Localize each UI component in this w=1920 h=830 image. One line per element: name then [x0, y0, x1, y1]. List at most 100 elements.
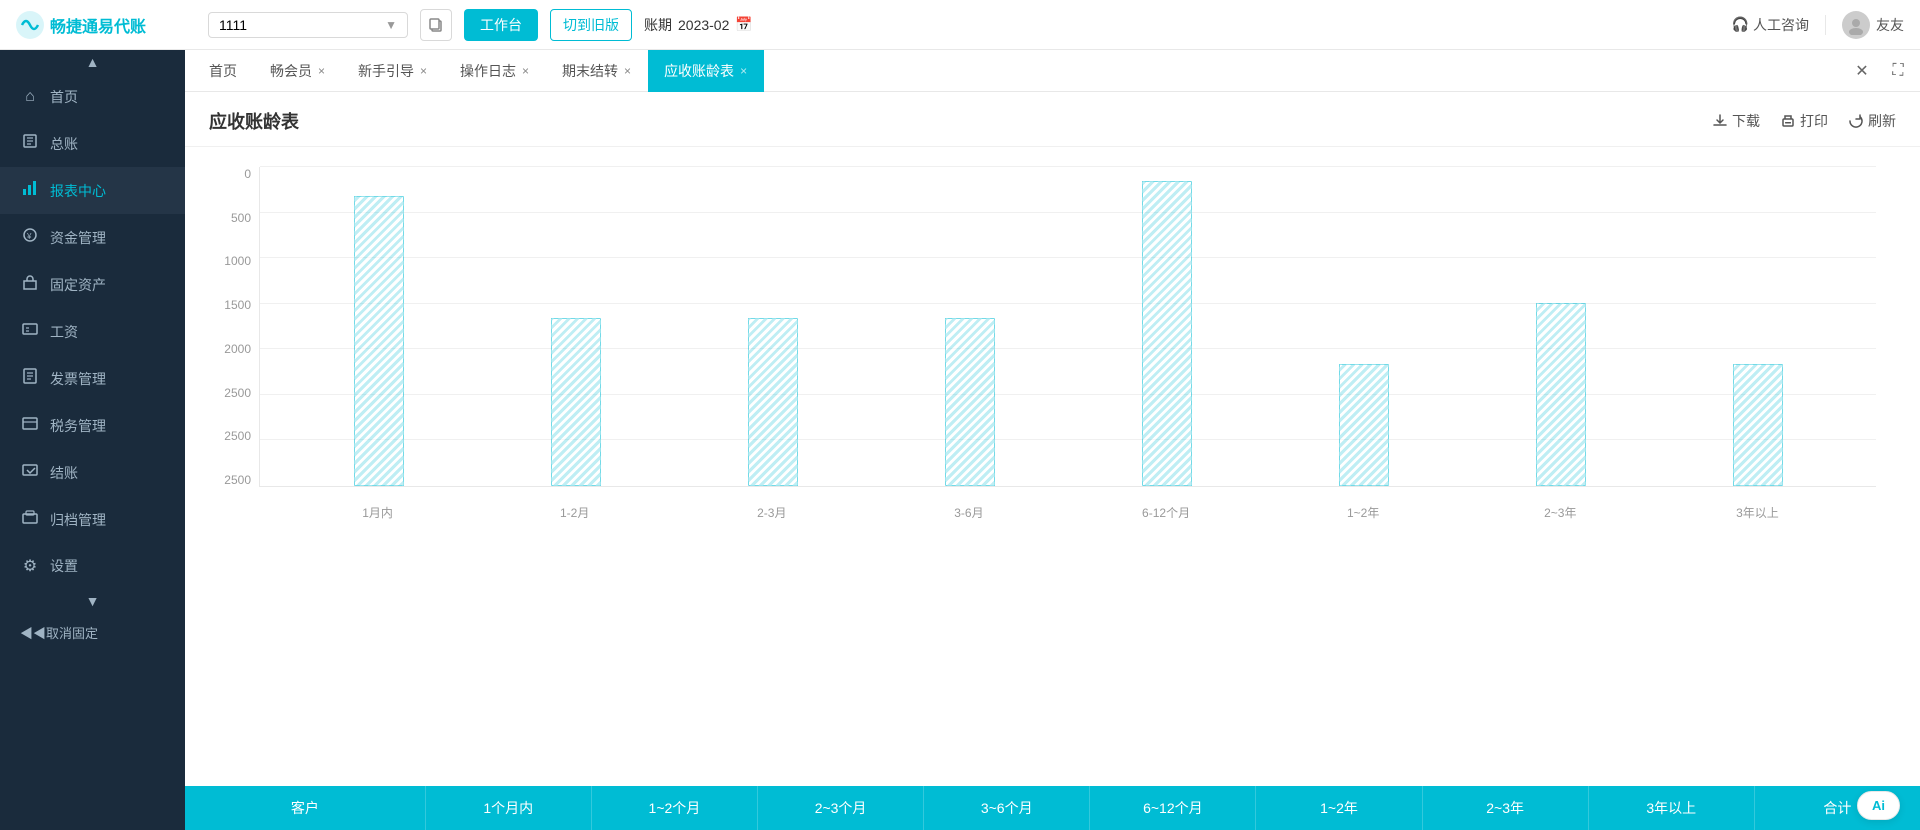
ai-badge[interactable]: Ai	[1857, 791, 1900, 820]
sidebar-label-invoice: 发票管理	[50, 369, 106, 389]
tab-close-all-button[interactable]: ✕	[1848, 57, 1876, 85]
refresh-label: 刷新	[1868, 111, 1896, 131]
chevron-down-icon: ▼	[385, 18, 397, 32]
archive-icon	[20, 509, 40, 530]
consult-button[interactable]: 🎧 人工咨询	[1732, 15, 1809, 35]
tab-period-end[interactable]: 期末结转 ×	[546, 50, 648, 92]
x-label-5: 1~2年	[1265, 504, 1462, 521]
sidebar-item-settings[interactable]: ⚙ 设置	[0, 543, 185, 589]
bar-1-2year[interactable]	[1339, 364, 1389, 486]
table-header-1-2month: 1~2个月	[592, 786, 758, 830]
y-label-1000: 1000	[209, 254, 259, 268]
sidebar-label-fund: 资金管理	[50, 228, 106, 248]
print-button[interactable]: 打印	[1780, 111, 1828, 131]
sidebar-item-salary[interactable]: 工资	[0, 308, 185, 355]
chart-container: 2500 2500 2500 2000 1500 1000 500 0	[185, 147, 1920, 786]
sidebar-scroll-up[interactable]: ▲	[0, 50, 185, 74]
tab-guide[interactable]: 新手引导 ×	[342, 50, 444, 92]
copy-button[interactable]	[420, 9, 452, 41]
asset-icon	[20, 274, 40, 295]
tab-aging[interactable]: 应收账龄表 ×	[648, 50, 764, 92]
tab-home[interactable]: 首页	[193, 50, 254, 92]
x-label-6: 2~3年	[1462, 504, 1659, 521]
x-label-3: 3-6月	[870, 504, 1067, 521]
cancel-fixed-button[interactable]: ◀◀取消固定	[0, 613, 185, 652]
logo-area: 畅捷通易代账	[16, 11, 196, 39]
y-label-0: 0	[209, 167, 259, 181]
workbench-button[interactable]: 工作台	[464, 9, 538, 41]
sidebar-item-archive[interactable]: 归档管理	[0, 496, 185, 543]
bar-column-3	[871, 318, 1068, 486]
sidebar-label-report: 报表中心	[50, 181, 106, 201]
table-header-1month: 1个月内	[426, 786, 592, 830]
svg-text:¥: ¥	[26, 232, 32, 241]
bar-2-3year[interactable]	[1536, 303, 1586, 486]
period-label: 账期	[644, 15, 672, 35]
copy-icon	[428, 17, 444, 33]
x-label-1: 1-2月	[476, 504, 673, 521]
sidebar-label-ledger: 总账	[50, 134, 78, 154]
download-icon	[1712, 113, 1728, 129]
sidebar-item-fund[interactable]: ¥ 资金管理	[0, 214, 185, 261]
sidebar-item-home[interactable]: ⌂ 首页	[0, 74, 185, 120]
bar-column-5	[1265, 364, 1462, 486]
x-label-7: 3年以上	[1659, 504, 1856, 521]
main-layout: ▲ ⌂ 首页 总账 报表中心 ¥ 资金管理 固定资产	[0, 50, 1920, 830]
sidebar-label-tax: 税务管理	[50, 416, 106, 436]
fund-icon: ¥	[20, 227, 40, 248]
tab-aging-close[interactable]: ×	[740, 64, 747, 78]
settle-icon	[20, 462, 40, 483]
home-icon: ⌂	[20, 88, 40, 106]
y-label-1500: 1500	[209, 298, 259, 312]
salary-icon	[20, 321, 40, 342]
tab-period-end-close[interactable]: ×	[624, 64, 631, 78]
tab-expand-button[interactable]: ⛶	[1884, 57, 1912, 85]
bar-2-3month[interactable]	[748, 318, 798, 486]
bar-1month[interactable]	[354, 196, 404, 486]
bar-6-12month[interactable]	[1142, 181, 1192, 486]
sidebar-item-report[interactable]: 报表中心	[0, 167, 185, 214]
sidebar-item-settle[interactable]: 结账	[0, 449, 185, 496]
y-axis: 2500 2500 2500 2000 1500 1000 500 0	[209, 167, 259, 487]
switch-button[interactable]: 切到旧版	[550, 9, 632, 41]
sidebar-item-invoice[interactable]: 发票管理	[0, 355, 185, 402]
tab-oplog-close[interactable]: ×	[522, 64, 529, 78]
sidebar-label-asset: 固定资产	[50, 275, 106, 295]
bar-1-2month[interactable]	[551, 318, 601, 486]
table-header-customer: 客户	[185, 786, 426, 830]
bar-3year-plus[interactable]	[1733, 364, 1783, 486]
sidebar: ▲ ⌂ 首页 总账 报表中心 ¥ 资金管理 固定资产	[0, 50, 185, 830]
table-header-3-6month: 3~6个月	[924, 786, 1090, 830]
sidebar-label-archive: 归档管理	[50, 510, 106, 530]
tab-period-end-label: 期末结转	[562, 61, 618, 81]
refresh-icon	[1848, 113, 1864, 129]
divider	[1825, 15, 1826, 35]
tab-member[interactable]: 畅会员 ×	[254, 50, 342, 92]
sidebar-label-home: 首页	[50, 87, 78, 107]
bar-column-0	[280, 196, 477, 486]
user-name: 友友	[1876, 15, 1904, 35]
sidebar-item-asset[interactable]: 固定资产	[0, 261, 185, 308]
sidebar-item-tax[interactable]: 税务管理	[0, 402, 185, 449]
logo-icon	[16, 11, 44, 39]
bar-3-6month[interactable]	[945, 318, 995, 486]
tab-oplog[interactable]: 操作日志 ×	[444, 50, 546, 92]
x-label-4: 6-12个月	[1068, 504, 1265, 521]
refresh-button[interactable]: 刷新	[1848, 111, 1896, 131]
print-icon	[1780, 113, 1796, 129]
bar-column-4	[1068, 181, 1265, 486]
sidebar-item-ledger[interactable]: 总账	[0, 120, 185, 167]
y-label-2500a: 2500	[209, 386, 259, 400]
sidebar-label-settings: 设置	[50, 556, 78, 576]
calendar-icon[interactable]: 📅	[735, 16, 752, 33]
tab-guide-label: 新手引导	[358, 61, 414, 81]
download-button[interactable]: 下载	[1712, 111, 1760, 131]
tax-icon	[20, 415, 40, 436]
company-selector[interactable]: 1111 ▼	[208, 12, 408, 38]
sidebar-scroll-down[interactable]: ▼	[0, 589, 185, 613]
x-axis: 1月内 1-2月 2-3月 3-6月 6-12个月 1~2年 2~3年 3年以上	[259, 497, 1876, 527]
tab-guide-close[interactable]: ×	[420, 64, 427, 78]
y-label-2500b: 2500	[209, 429, 259, 443]
user-area[interactable]: 友友	[1842, 11, 1904, 39]
tab-member-close[interactable]: ×	[318, 64, 325, 78]
